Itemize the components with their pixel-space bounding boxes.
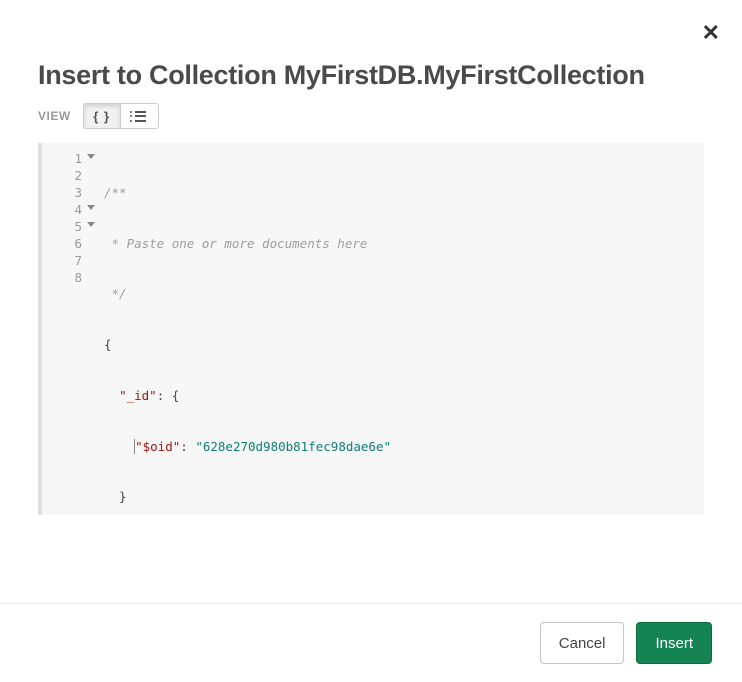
list-icon — [132, 111, 146, 122]
modal-footer: Cancel Insert — [0, 603, 742, 682]
view-json-button[interactable]: { } — [83, 103, 121, 129]
insert-button[interactable]: Insert — [636, 622, 712, 664]
braces-icon: { } — [93, 109, 110, 124]
code-editor[interactable]: 1 2 3 4 5 6 7 8 /** * Paste one or more … — [38, 143, 704, 515]
close-icon[interactable]: ✕ — [702, 22, 720, 44]
code-string: "628e270d980b81fec98dae6e" — [195, 439, 391, 454]
cancel-button[interactable]: Cancel — [540, 622, 625, 664]
modal-title: Insert to Collection MyFirstDB.MyFirstCo… — [38, 60, 704, 91]
view-label: VIEW — [38, 109, 71, 123]
view-toggle-group: { } — [83, 103, 159, 129]
code-comment: * Paste one or more documents here — [104, 236, 367, 251]
code-comment: /** — [104, 185, 127, 200]
editor-gutter: 1 2 3 4 5 6 7 8 — [42, 143, 86, 515]
view-list-button[interactable] — [121, 103, 159, 129]
editor-content[interactable]: /** * Paste one or more documents here *… — [86, 143, 391, 515]
code-key: "$oid" — [135, 439, 180, 454]
code-comment: */ — [104, 286, 127, 301]
code-key: "_id" — [119, 388, 157, 403]
code-brace: } — [104, 489, 127, 504]
code-brace: { — [104, 337, 112, 352]
